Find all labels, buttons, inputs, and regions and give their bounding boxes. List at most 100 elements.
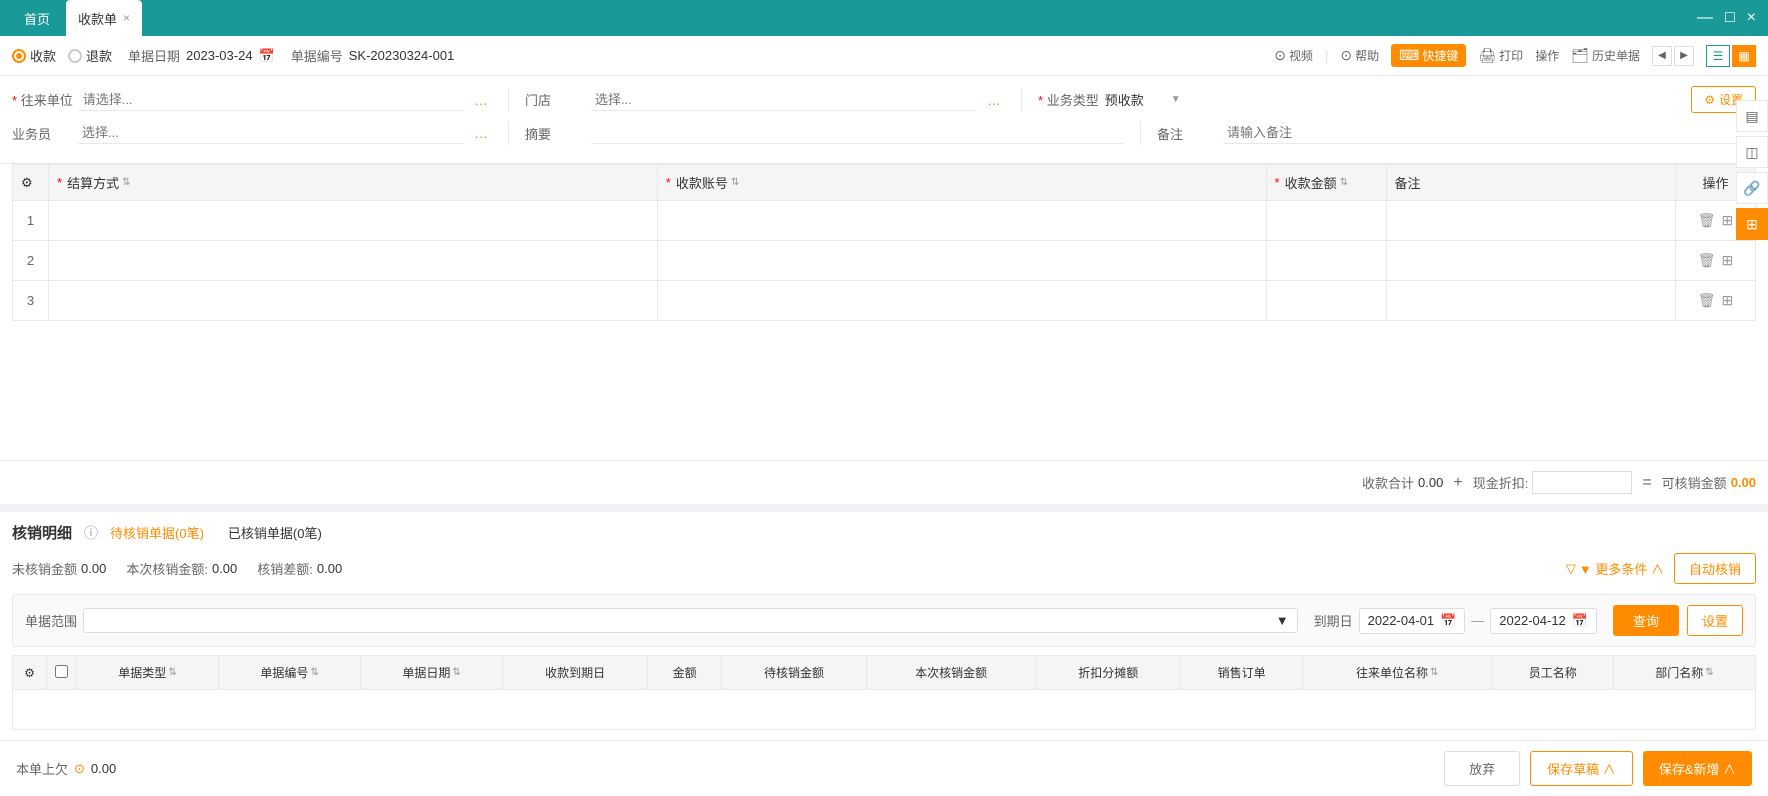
sort-icon-settlement: ⇅: [122, 177, 130, 188]
staff-input[interactable]: [78, 122, 464, 144]
more-conditions-label: ▼ 更多条件 ∧: [1579, 559, 1664, 578]
row-2-delete-btn[interactable]: 🗑: [1698, 252, 1716, 269]
hx-stats-row: 未核销金额 0.00 本次核销金额: 0.00 核销差额: 0.00 ▽ ▼ 更…: [12, 553, 1756, 584]
window-max-btn[interactable]: □: [1721, 7, 1739, 29]
shortcut-btn[interactable]: ⌨ 快捷键: [1391, 44, 1466, 67]
right-panel-icon-3[interactable]: 🔗: [1736, 172, 1768, 204]
counterparty-input[interactable]: [79, 89, 464, 111]
th-amount-sort[interactable]: * 收款金额 ⇅: [1275, 173, 1348, 192]
total-label: 收款合计: [1362, 473, 1414, 492]
refund-radio[interactable]: 退款: [68, 46, 112, 65]
th-account-sort[interactable]: * 收款账号 ⇅: [666, 173, 739, 192]
available-label: 可核销金额: [1662, 473, 1727, 492]
view-icons: ☰ ▦: [1706, 45, 1756, 67]
date-start-input[interactable]: 2022-04-01 📅: [1359, 608, 1466, 634]
number-label: 单据编号: [291, 46, 343, 65]
right-panel-icon-2[interactable]: ◫: [1736, 136, 1768, 168]
row-3-actions: 🗑 ⊞: [1676, 281, 1756, 321]
row-3-amount[interactable]: [1266, 281, 1386, 321]
summary-input[interactable]: [591, 122, 1124, 144]
select-all-checkbox[interactable]: [55, 665, 68, 678]
row-2-amount[interactable]: [1266, 241, 1386, 281]
row-1-copy-btn[interactable]: ⊞: [1722, 212, 1734, 229]
row-2-settlement[interactable]: [49, 241, 658, 281]
history-label: 历史单据: [1592, 47, 1640, 64]
row-2-copy-btn[interactable]: ⊞: [1722, 252, 1734, 269]
store-more-btn[interactable]: …: [983, 92, 1005, 108]
th-settlement-sort[interactable]: * 结算方式 ⇅: [57, 173, 130, 192]
row-num-2: 2: [13, 241, 49, 281]
remark-input[interactable]: [1223, 122, 1756, 144]
view-list-icon[interactable]: ☰: [1706, 45, 1730, 67]
counterparty-more-btn[interactable]: …: [470, 92, 492, 108]
hx-done-tab[interactable]: 已核销单据(0笔): [228, 523, 322, 542]
row-2-action-btns: 🗑 ⊞: [1684, 252, 1747, 269]
row-1-remark[interactable]: [1386, 201, 1675, 241]
row-3-copy-btn[interactable]: ⊞: [1722, 292, 1734, 309]
row-2-remark[interactable]: [1386, 241, 1675, 281]
tab-receipt-close[interactable]: ×: [123, 11, 130, 25]
tab-bar: 首页 收款单 × — □ ×: [0, 0, 1768, 36]
bt-sort-counterparty[interactable]: 往来单位名称 ⇅: [1356, 664, 1438, 681]
query-btn[interactable]: 查询: [1613, 605, 1679, 636]
row-3-account[interactable]: [657, 281, 1266, 321]
total-value: 0.00: [1418, 475, 1443, 490]
row-3-settlement[interactable]: [49, 281, 658, 321]
row-1-account[interactable]: [657, 201, 1266, 241]
help-btn[interactable]: ⊙ 帮助: [1340, 47, 1379, 64]
bt-sort-type[interactable]: 单据类型 ⇅: [118, 664, 176, 681]
discount-input[interactable]: [1532, 471, 1632, 494]
window-min-btn[interactable]: —: [1693, 7, 1717, 29]
view-grid-icon[interactable]: ▦: [1732, 45, 1756, 67]
date-end-input[interactable]: 2022-04-12 📅: [1490, 608, 1597, 634]
business-type-dropdown-icon[interactable]: ▼: [1171, 94, 1181, 105]
save-draft-btn[interactable]: 保存草稿 ∧: [1530, 751, 1633, 786]
bt-th-checkbox[interactable]: [47, 656, 77, 690]
bt-th-gear[interactable]: ⚙: [13, 656, 47, 690]
bt-sort-date[interactable]: 单据日期 ⇅: [402, 664, 460, 681]
right-panel-icon-4[interactable]: ⊞: [1736, 208, 1768, 240]
unchecked-stat: 未核销金额 0.00: [12, 559, 106, 578]
nav-prev[interactable]: ◀: [1652, 46, 1672, 66]
tab-home[interactable]: 首页: [8, 0, 66, 36]
filter-setting-btn[interactable]: 设置: [1687, 605, 1743, 636]
keyboard-icon: ⌨: [1399, 47, 1419, 64]
discount-label: 现金折扣:: [1473, 473, 1529, 492]
auto-hx-btn[interactable]: 自动核销: [1674, 553, 1756, 584]
video-btn[interactable]: ⊙ 视频: [1274, 47, 1313, 64]
save-new-btn[interactable]: 保存&新增 ∧: [1643, 751, 1752, 786]
nav-next[interactable]: ▶: [1674, 46, 1694, 66]
th-gear[interactable]: ⚙: [13, 165, 49, 201]
history-btn[interactable]: 🗂 历史单据: [1571, 47, 1640, 64]
row-1-settlement[interactable]: [49, 201, 658, 241]
more-conditions-btn[interactable]: ▽ ▼ 更多条件 ∧: [1566, 559, 1664, 578]
tab-receipt[interactable]: 收款单 ×: [66, 0, 142, 36]
staff-more-btn[interactable]: …: [470, 125, 492, 141]
row-2-account[interactable]: [657, 241, 1266, 281]
abandon-btn[interactable]: 放弃: [1444, 751, 1520, 786]
hx-section: 核销明细 ⓘ 待核销单据(0笔) 已核销单据(0笔) 未核销金额 0.00 本次…: [0, 512, 1768, 740]
th-amount: * 收款金额 ⇅: [1266, 165, 1386, 201]
hx-right: ▽ ▼ 更多条件 ∧ 自动核销: [1566, 553, 1756, 584]
row-3-remark[interactable]: [1386, 281, 1675, 321]
refund-radio-label: 退款: [86, 46, 112, 65]
footer-info-icon[interactable]: ⊙: [74, 761, 85, 777]
row-3-action-btns: 🗑 ⊞: [1684, 292, 1747, 309]
row-1-delete-btn[interactable]: 🗑: [1698, 212, 1716, 229]
row-3-delete-btn[interactable]: 🗑: [1698, 292, 1716, 309]
row-1-amount[interactable]: [1266, 201, 1386, 241]
bt-sort-dept[interactable]: 部门名称 ⇅: [1655, 664, 1713, 681]
window-close-btn[interactable]: ×: [1743, 7, 1760, 29]
hx-pending-tab[interactable]: 待核销单据(0笔): [110, 523, 204, 542]
receipt-radio[interactable]: 收款: [12, 46, 56, 65]
range-select[interactable]: ▼: [83, 608, 1298, 633]
operation-btn[interactable]: 操作: [1535, 47, 1559, 64]
hx-info-icon[interactable]: ⓘ: [84, 523, 98, 543]
divider-3: [508, 121, 509, 145]
calendar-icon[interactable]: 📅: [259, 48, 275, 64]
store-input[interactable]: [591, 89, 977, 111]
right-panel-icon-1[interactable]: ▤: [1736, 100, 1768, 132]
bt-sort-number[interactable]: 单据编号 ⇅: [260, 664, 318, 681]
form-row-2: 业务员 … 摘要 备注: [12, 121, 1756, 145]
print-btn[interactable]: 🖨 打印: [1478, 47, 1523, 64]
